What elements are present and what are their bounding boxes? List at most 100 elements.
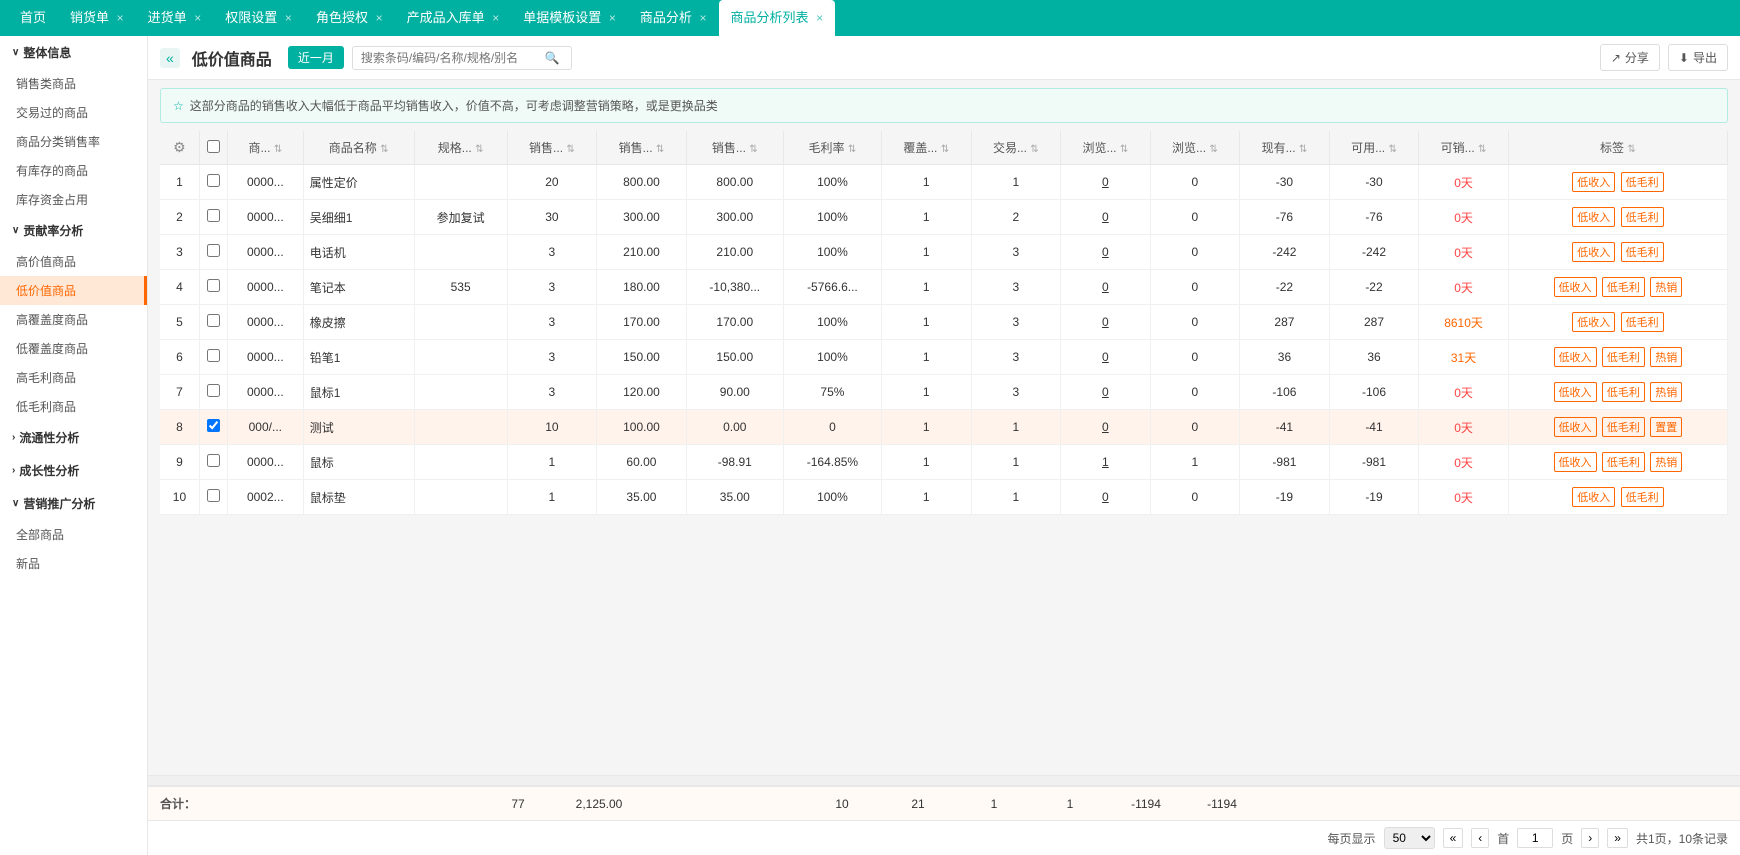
nav-sales[interactable]: 销货单 × [58, 0, 136, 36]
col-code[interactable]: 商... ⇅ [227, 131, 303, 165]
row-checkbox-cell[interactable] [199, 375, 227, 410]
nav-template[interactable]: 单据模板设置 × [511, 0, 628, 36]
close-analysis-list-icon[interactable]: × [816, 11, 823, 25]
collapse-button[interactable]: « [160, 48, 180, 68]
row-gross-rate: -164.85% [783, 445, 881, 480]
sidebar-item-high-value[interactable]: 高价值商品 [0, 247, 147, 276]
close-sales-icon[interactable]: × [117, 11, 124, 25]
nav-product-in[interactable]: 产成品入库单 × [395, 0, 512, 36]
col-gross-rate[interactable]: 毛利率 ⇅ [783, 131, 881, 165]
row-checkbox-cell[interactable] [199, 200, 227, 235]
col-browse2[interactable]: 浏览... ⇅ [1150, 131, 1240, 165]
table-row: 7 0000... 鼠标1 3 120.00 90.00 75% 1 3 0 0… [160, 375, 1728, 410]
col-cover[interactable]: 覆盖... ⇅ [881, 131, 971, 165]
sidebar-item-low-gross[interactable]: 低毛利商品 [0, 392, 147, 421]
col-available[interactable]: 可用... ⇅ [1329, 131, 1419, 165]
row-checkbox-cell[interactable] [199, 410, 227, 445]
row-checkbox[interactable] [207, 279, 220, 292]
close-purchase-icon[interactable]: × [194, 11, 201, 25]
row-checkbox-cell[interactable] [199, 480, 227, 515]
export-button[interactable]: ⬇ 导出 [1668, 44, 1728, 71]
close-product-in-icon[interactable]: × [492, 11, 499, 25]
browse1-link[interactable]: 0 [1102, 175, 1109, 189]
browse1-link[interactable]: 0 [1102, 350, 1109, 364]
page-number-input[interactable] [1517, 828, 1553, 848]
prev-page-button[interactable]: ‹ [1471, 828, 1489, 848]
col-checkbox[interactable] [199, 131, 227, 165]
sidebar-group-growth[interactable]: › 成长性分析 [0, 454, 147, 487]
row-checkbox-cell[interactable] [199, 235, 227, 270]
row-checkbox[interactable] [207, 454, 220, 467]
sidebar-group-flow[interactable]: › 流通性分析 [0, 421, 147, 454]
browse1-link[interactable]: 0 [1102, 280, 1109, 294]
col-browse1[interactable]: 浏览... ⇅ [1061, 131, 1151, 165]
last-page-button[interactable]: » [1607, 828, 1628, 848]
sidebar-item-new-goods[interactable]: 新品 [0, 549, 147, 578]
col-tag[interactable]: 标签 ⇅ [1508, 131, 1727, 165]
col-sales-amount[interactable]: 销售... ⇅ [597, 131, 687, 165]
browse1-link[interactable]: 0 [1102, 385, 1109, 399]
nav-analysis-list[interactable]: 商品分析列表 × [719, 0, 836, 36]
row-checkbox-cell[interactable] [199, 445, 227, 480]
row-checkbox[interactable] [207, 314, 220, 327]
nav-analysis[interactable]: 商品分析 × [628, 0, 719, 36]
page-size-select[interactable]: 50 100 [1384, 827, 1435, 849]
nav-purchase[interactable]: 进货单 × [136, 0, 214, 36]
col-settings[interactable]: ⚙ [160, 131, 199, 165]
sidebar-item-low-value[interactable]: 低价值商品 [0, 276, 147, 305]
browse1-link[interactable]: 0 [1102, 210, 1109, 224]
row-checkbox[interactable] [207, 244, 220, 257]
col-trade[interactable]: 交易... ⇅ [971, 131, 1061, 165]
sidebar-item-category-sales[interactable]: 商品分类销售率 [0, 127, 147, 156]
browse1-link[interactable]: 0 [1102, 490, 1109, 504]
sidebar-group-marketing[interactable]: ∨ 营销推广分析 [0, 487, 147, 520]
row-gross-rate: 100% [783, 165, 881, 200]
row-checkbox[interactable] [207, 489, 220, 502]
row-checkbox[interactable] [207, 419, 220, 432]
row-checkbox-cell[interactable] [199, 270, 227, 305]
select-all-checkbox[interactable] [207, 140, 220, 153]
close-role-icon[interactable]: × [376, 11, 383, 25]
col-sellable[interactable]: 可销... ⇅ [1419, 131, 1509, 165]
sidebar-item-low-coverage[interactable]: 低覆盖度商品 [0, 334, 147, 363]
sidebar-item-stock-goods[interactable]: 有库存的商品 [0, 156, 147, 185]
col-spec[interactable]: 规格... ⇅ [414, 131, 507, 165]
nav-permission[interactable]: 权限设置 × [213, 0, 304, 36]
sidebar-group-contribution[interactable]: ∨ 贡献率分析 [0, 214, 147, 247]
row-checkbox-cell[interactable] [199, 305, 227, 340]
nav-home[interactable]: 首页 [8, 0, 58, 36]
row-checkbox[interactable] [207, 209, 220, 222]
row-current: -19 [1240, 480, 1330, 515]
browse1-link[interactable]: 1 [1102, 455, 1109, 469]
col-current[interactable]: 现有... ⇅ [1240, 131, 1330, 165]
close-template-icon[interactable]: × [609, 11, 616, 25]
first-page-button[interactable]: « [1443, 828, 1464, 848]
share-button[interactable]: ↗ 分享 [1600, 44, 1660, 71]
row-checkbox[interactable] [207, 174, 220, 187]
sidebar-item-high-gross[interactable]: 高毛利商品 [0, 363, 147, 392]
close-permission-icon[interactable]: × [285, 11, 292, 25]
scroll-bar[interactable] [148, 775, 1740, 785]
nav-role[interactable]: 角色授权 × [304, 0, 395, 36]
row-checkbox[interactable] [207, 384, 220, 397]
sidebar-item-inventory-capital[interactable]: 库存资金占用 [0, 185, 147, 214]
sidebar-item-all-goods[interactable]: 全部商品 [0, 520, 147, 549]
sidebar-item-high-coverage[interactable]: 高覆盖度商品 [0, 305, 147, 334]
col-name[interactable]: 商品名称 ⇅ [303, 131, 414, 165]
search-input[interactable] [361, 51, 541, 65]
row-checkbox[interactable] [207, 349, 220, 362]
sidebar-item-traded-goods[interactable]: 交易过的商品 [0, 98, 147, 127]
sidebar-group-general[interactable]: ∨ 整体信息 [0, 36, 147, 69]
browse1-link[interactable]: 0 [1102, 315, 1109, 329]
next-page-button[interactable]: › [1581, 828, 1599, 848]
search-icon[interactable]: 🔍 [545, 51, 560, 65]
browse1-link[interactable]: 0 [1102, 245, 1109, 259]
sidebar-item-sales-goods[interactable]: 销售类商品 [0, 69, 147, 98]
row-checkbox-cell[interactable] [199, 340, 227, 375]
col-sales-qty[interactable]: 销售... ⇅ [507, 131, 597, 165]
filter-recent-month-button[interactable]: 近一月 [288, 46, 344, 69]
browse1-link[interactable]: 0 [1102, 420, 1109, 434]
col-sales-avg[interactable]: 销售... ⇅ [686, 131, 783, 165]
close-analysis-icon[interactable]: × [699, 11, 706, 25]
row-checkbox-cell[interactable] [199, 165, 227, 200]
